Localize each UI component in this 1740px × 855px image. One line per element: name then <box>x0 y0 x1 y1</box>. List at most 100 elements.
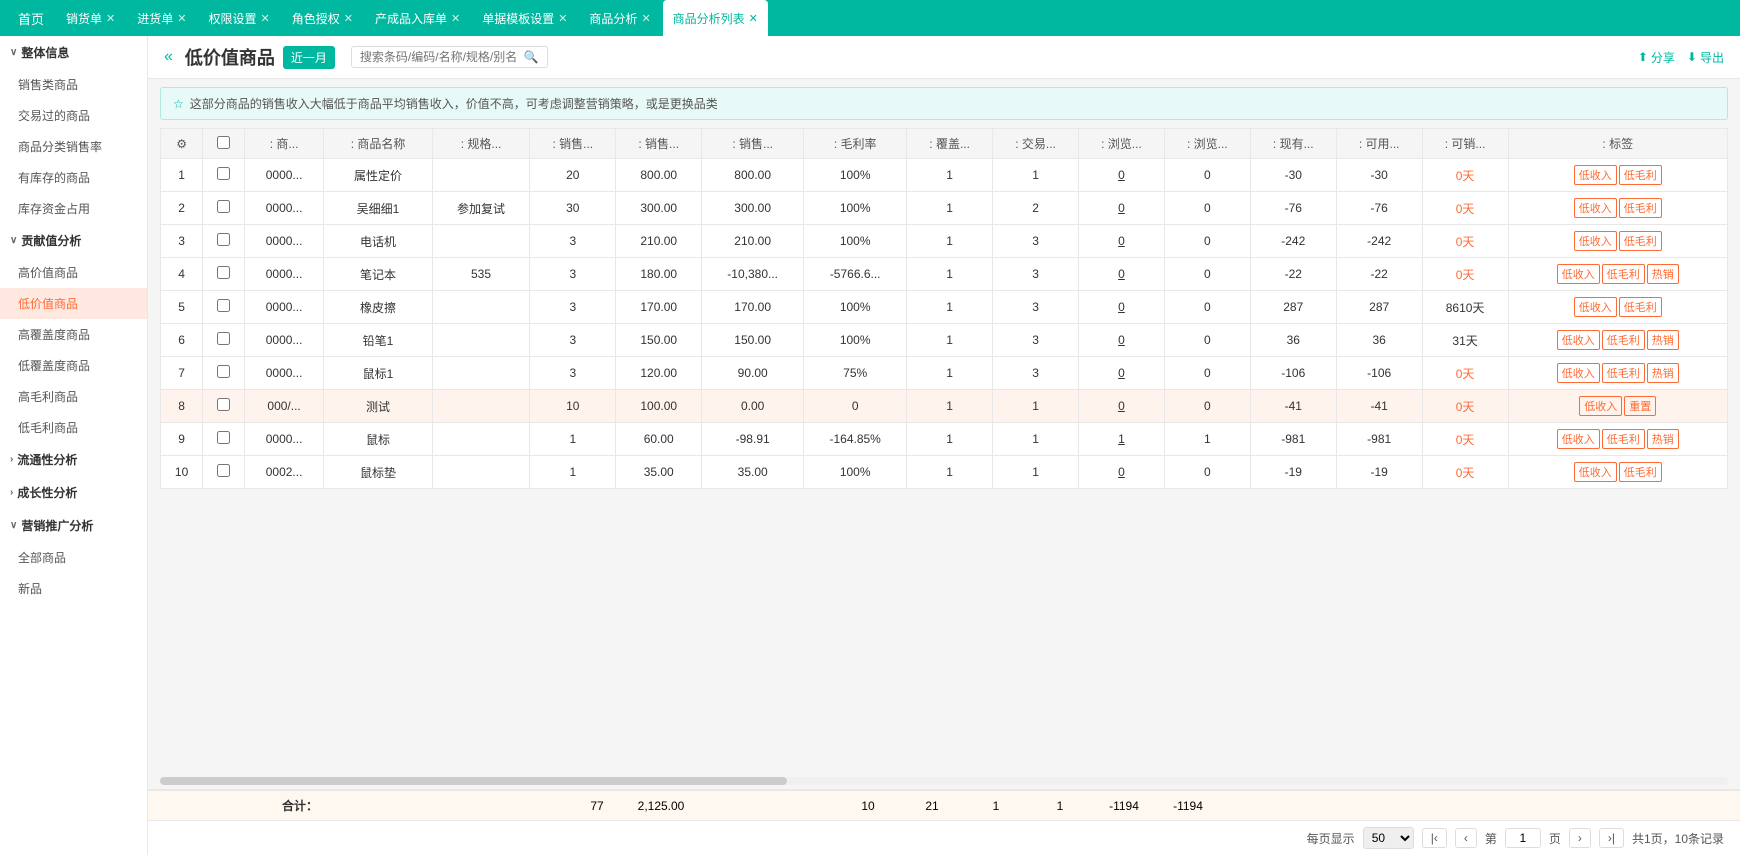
col-sales-qty[interactable]: : 销售... <box>530 129 616 159</box>
close-analysis-icon[interactable]: ✕ <box>641 12 650 25</box>
first-page-button[interactable]: |‹ <box>1422 828 1447 848</box>
page-number-input[interactable] <box>1505 828 1541 848</box>
close-permission-icon[interactable]: ✕ <box>261 12 270 25</box>
close-template-icon[interactable]: ✕ <box>558 12 567 25</box>
col-sales-profit[interactable]: : 销售... <box>702 129 804 159</box>
browse-link[interactable]: 0 <box>1118 234 1125 248</box>
cell-checkbox[interactable] <box>203 225 245 258</box>
next-page-button[interactable]: › <box>1569 828 1591 848</box>
col-available-stock[interactable]: : 可用... <box>1336 129 1422 159</box>
search-input[interactable] <box>360 50 520 64</box>
col-settings[interactable]: ⚙ <box>161 129 203 159</box>
sidebar-item-new-goods[interactable]: 新品 <box>0 573 147 604</box>
cell-checkbox[interactable] <box>203 324 245 357</box>
nav-role-auth[interactable]: 角色授权 ✕ <box>282 0 363 36</box>
row-checkbox[interactable] <box>217 464 230 477</box>
nav-template-settings[interactable]: 单据模板设置 ✕ <box>472 0 577 36</box>
browse-link[interactable]: 1 <box>1118 432 1125 446</box>
search-icon[interactable]: 🔍 <box>524 50 539 64</box>
cell-checkbox[interactable] <box>203 357 245 390</box>
share-button[interactable]: ⬆ 分享 <box>1638 49 1675 66</box>
sidebar-item-low-profit[interactable]: 低毛利商品 <box>0 412 147 443</box>
sidebar-item-inventory-goods[interactable]: 有库存的商品 <box>0 162 147 193</box>
horizontal-scrollbar[interactable] <box>160 777 1728 785</box>
col-checkbox[interactable] <box>203 129 245 159</box>
row-checkbox[interactable] <box>217 365 230 378</box>
sidebar-item-category-sales-rate[interactable]: 商品分类销售率 <box>0 131 147 162</box>
sidebar-item-high-profit[interactable]: 高毛利商品 <box>0 381 147 412</box>
cell-sales-profit: 210.00 <box>702 225 804 258</box>
browse-link[interactable]: 0 <box>1118 168 1125 182</box>
col-sellable-days[interactable]: : 可销... <box>1422 129 1508 159</box>
sidebar-group-growth[interactable]: ›成长性分析 <box>0 476 147 509</box>
cell-sellable-days: 0天 <box>1422 456 1508 489</box>
nav-product-analysis-list[interactable]: 商品分析列表 ✕ <box>663 0 768 36</box>
close-sales-order-icon[interactable]: ✕ <box>106 12 115 25</box>
col-spec[interactable]: : 规格... <box>432 129 530 159</box>
cell-checkbox[interactable] <box>203 390 245 423</box>
sidebar-group-overall[interactable]: ∨整体信息 <box>0 36 147 69</box>
nav-product-storage[interactable]: 产成品入库单 ✕ <box>365 0 470 36</box>
close-purchase-order-icon[interactable]: ✕ <box>177 12 186 25</box>
row-checkbox[interactable] <box>217 233 230 246</box>
prev-page-button[interactable]: ‹ <box>1455 828 1477 848</box>
row-checkbox[interactable] <box>217 200 230 213</box>
browse-link[interactable]: 0 <box>1118 399 1125 413</box>
sidebar-item-inventory-capital[interactable]: 库存资金占用 <box>0 193 147 224</box>
col-current-stock[interactable]: : 现有... <box>1250 129 1336 159</box>
row-checkbox[interactable] <box>217 431 230 444</box>
collapse-sidebar-button[interactable]: « <box>164 48 173 66</box>
nav-permission-settings[interactable]: 权限设置 ✕ <box>198 0 279 36</box>
cell-coverage: 1 <box>907 258 993 291</box>
sidebar-item-high-value[interactable]: 高价值商品 <box>0 257 147 288</box>
cell-checkbox[interactable] <box>203 159 245 192</box>
browse-link[interactable]: 0 <box>1118 201 1125 215</box>
col-gross-margin[interactable]: : 毛利率 <box>804 129 907 159</box>
cell-checkbox[interactable] <box>203 258 245 291</box>
col-name[interactable]: : 商品名称 <box>324 129 432 159</box>
browse-link[interactable]: 0 <box>1118 300 1125 314</box>
col-browse1[interactable]: : 浏览... <box>1079 129 1165 159</box>
last-page-button[interactable]: ›| <box>1599 828 1624 848</box>
col-sales-amount[interactable]: : 销售... <box>616 129 702 159</box>
scrollbar-thumb[interactable] <box>160 777 787 785</box>
browse-link[interactable]: 0 <box>1118 465 1125 479</box>
row-checkbox[interactable] <box>217 299 230 312</box>
col-coverage[interactable]: : 覆盖... <box>907 129 993 159</box>
sidebar-group-contribution[interactable]: ∨贡献值分析 <box>0 224 147 257</box>
sidebar-item-all-goods[interactable]: 全部商品 <box>0 542 147 573</box>
per-page-select[interactable]: 50 100 200 <box>1363 827 1414 849</box>
browse-link[interactable]: 0 <box>1118 366 1125 380</box>
cell-checkbox[interactable] <box>203 291 245 324</box>
close-role-auth-icon[interactable]: ✕ <box>344 12 353 25</box>
row-checkbox[interactable] <box>217 167 230 180</box>
sidebar-item-high-coverage[interactable]: 高覆盖度商品 <box>0 319 147 350</box>
period-button[interactable]: 近一月 <box>283 46 335 69</box>
nav-home[interactable]: 首页 <box>8 0 54 36</box>
col-code[interactable]: : 商... <box>244 129 324 159</box>
nav-product-analysis[interactable]: 商品分析 ✕ <box>579 0 660 36</box>
row-checkbox[interactable] <box>217 398 230 411</box>
col-browse2[interactable]: : 浏览... <box>1164 129 1250 159</box>
sidebar-item-low-coverage[interactable]: 低覆盖度商品 <box>0 350 147 381</box>
col-tags[interactable]: : 标签 <box>1508 129 1727 159</box>
close-product-storage-icon[interactable]: ✕ <box>451 12 460 25</box>
sidebar-item-low-value[interactable]: 低价值商品 <box>0 288 147 319</box>
select-all-checkbox[interactable] <box>217 136 230 149</box>
nav-sales-order[interactable]: 销货单 ✕ <box>56 0 125 36</box>
browse-link[interactable]: 0 <box>1118 267 1125 281</box>
sidebar-group-marketing[interactable]: ∨营销推广分析 <box>0 509 147 542</box>
nav-purchase-order[interactable]: 进货单 ✕ <box>127 0 196 36</box>
close-analysis-list-icon[interactable]: ✕ <box>749 12 758 25</box>
sidebar-group-circulation[interactable]: ›流通性分析 <box>0 443 147 476</box>
sidebar-item-sales-goods[interactable]: 销售类商品 <box>0 69 147 100</box>
browse-link[interactable]: 0 <box>1118 333 1125 347</box>
cell-checkbox[interactable] <box>203 423 245 456</box>
row-checkbox[interactable] <box>217 332 230 345</box>
export-button[interactable]: ⬇ 导出 <box>1687 49 1724 66</box>
sidebar-item-traded-goods[interactable]: 交易过的商品 <box>0 100 147 131</box>
row-checkbox[interactable] <box>217 266 230 279</box>
col-transaction[interactable]: : 交易... <box>993 129 1079 159</box>
cell-checkbox[interactable] <box>203 456 245 489</box>
cell-checkbox[interactable] <box>203 192 245 225</box>
